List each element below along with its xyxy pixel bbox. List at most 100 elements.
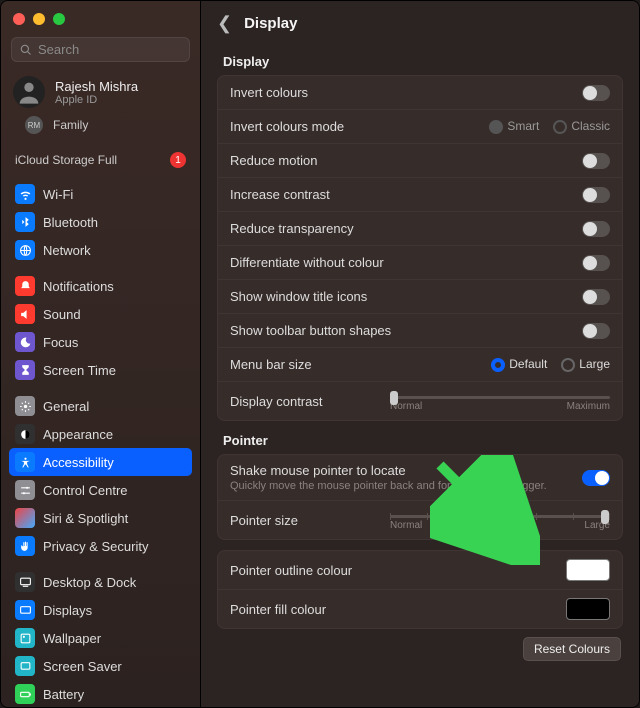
row-label: Increase contrast bbox=[230, 187, 330, 202]
toggle-reduce-transparency[interactable] bbox=[582, 221, 610, 237]
row-label: Display contrast bbox=[230, 394, 322, 409]
row-invert-colours: Invert colours bbox=[218, 76, 622, 110]
bell-icon bbox=[15, 276, 35, 296]
display-card: Invert colours Invert colours mode Smart… bbox=[217, 75, 623, 421]
gear-icon bbox=[15, 396, 35, 416]
nav-group-desktop: Desktop & Dock Displays Wallpaper Screen… bbox=[1, 564, 200, 707]
family-label: Family bbox=[53, 118, 88, 132]
sidebar-item-label: Network bbox=[43, 243, 91, 258]
radio-smart[interactable]: Smart bbox=[489, 119, 539, 134]
colour-well-outline[interactable] bbox=[566, 559, 610, 581]
moon-icon bbox=[15, 332, 35, 352]
content: Display Invert colours Invert colours mo… bbox=[201, 42, 639, 681]
sidebar-item-label: Battery bbox=[43, 687, 84, 702]
sidebar-item-label: Privacy & Security bbox=[43, 539, 148, 554]
sidebar-item-siri[interactable]: Siri & Spotlight bbox=[9, 504, 192, 532]
toggle-title-icons[interactable] bbox=[582, 289, 610, 305]
network-icon bbox=[15, 240, 35, 260]
avatar bbox=[13, 76, 45, 108]
nav-group-alerts: Notifications Sound Focus Screen Time bbox=[1, 268, 200, 388]
sidebar-item-wallpaper[interactable]: Wallpaper bbox=[9, 624, 192, 652]
sidebar-item-privacy[interactable]: Privacy & Security bbox=[9, 532, 192, 560]
back-button[interactable]: ❮ bbox=[217, 13, 232, 34]
sidebar-item-appearance[interactable]: Appearance bbox=[9, 420, 192, 448]
row-diff-colour: Differentiate without colour bbox=[218, 246, 622, 280]
row-label: Pointer size bbox=[230, 513, 298, 528]
settings-window: Search Rajesh Mishra Apple ID RM Family … bbox=[0, 0, 640, 708]
radio-classic[interactable]: Classic bbox=[553, 119, 610, 134]
sidebar-item-battery[interactable]: Battery bbox=[9, 680, 192, 707]
sidebar-item-screensaver[interactable]: Screen Saver bbox=[9, 652, 192, 680]
sidebar-item-desktop[interactable]: Desktop & Dock bbox=[9, 568, 192, 596]
slider-display-contrast[interactable]: NormalMaximum bbox=[390, 390, 610, 412]
row-increase-contrast: Increase contrast bbox=[218, 178, 622, 212]
sidebar-item-displays[interactable]: Displays bbox=[9, 596, 192, 624]
sidebar-item-label: Displays bbox=[43, 603, 92, 618]
sidebar-item-label: Accessibility bbox=[43, 455, 114, 470]
row-display-contrast: Display contrast NormalMaximum bbox=[218, 382, 622, 420]
menubar-size-options: Default Large bbox=[491, 357, 610, 372]
icloud-storage-row[interactable]: iCloud Storage Full 1 bbox=[1, 144, 200, 176]
row-sublabel: Quickly move the mouse pointer back and … bbox=[230, 480, 547, 492]
toggle-invert-colours[interactable] bbox=[582, 85, 610, 101]
pointer-card-1: Shake mouse pointer to locate Quickly mo… bbox=[217, 454, 623, 540]
bluetooth-icon bbox=[15, 212, 35, 232]
sidebar-item-label: Desktop & Dock bbox=[43, 575, 136, 590]
toggle-increase-contrast[interactable] bbox=[582, 187, 610, 203]
display-icon bbox=[15, 600, 35, 620]
row-label: Show toolbar button shapes bbox=[230, 323, 391, 338]
hand-icon bbox=[15, 536, 35, 556]
row-reduce-motion: Reduce motion bbox=[218, 144, 622, 178]
sidebar-item-screentime[interactable]: Screen Time bbox=[9, 356, 192, 384]
row-label: Pointer fill colour bbox=[230, 602, 326, 617]
dock-icon bbox=[15, 572, 35, 592]
storage-label: iCloud Storage Full bbox=[15, 153, 117, 167]
row-label: Shake mouse pointer to locate bbox=[230, 463, 547, 478]
sidebar-item-label: Bluetooth bbox=[43, 215, 98, 230]
row-reduce-transparency: Reduce transparency bbox=[218, 212, 622, 246]
sidebar-item-label: Focus bbox=[43, 335, 78, 350]
sidebar-item-network[interactable]: Network bbox=[9, 236, 192, 264]
sidebar-item-sound[interactable]: Sound bbox=[9, 300, 192, 328]
colour-well-fill[interactable] bbox=[566, 598, 610, 620]
accessibility-icon bbox=[15, 452, 35, 472]
window-controls bbox=[1, 1, 200, 33]
row-label: Pointer outline colour bbox=[230, 563, 352, 578]
slider-pointer-size[interactable]: NormalLarge bbox=[390, 509, 610, 531]
siri-icon bbox=[15, 508, 35, 528]
sound-icon bbox=[15, 304, 35, 324]
sidebar-item-label: Notifications bbox=[43, 279, 114, 294]
search-placeholder: Search bbox=[38, 42, 79, 57]
appearance-icon bbox=[15, 424, 35, 444]
screensaver-icon bbox=[15, 656, 35, 676]
search-icon bbox=[20, 44, 32, 56]
family-row[interactable]: RM Family bbox=[1, 112, 200, 144]
sidebar-item-general[interactable]: General bbox=[9, 392, 192, 420]
row-label: Menu bar size bbox=[230, 357, 312, 372]
row-label: Invert colours mode bbox=[230, 119, 344, 134]
toggle-toolbar-shapes[interactable] bbox=[582, 323, 610, 339]
sliders-icon bbox=[15, 480, 35, 500]
radio-default[interactable]: Default bbox=[491, 357, 547, 372]
search-input[interactable]: Search bbox=[11, 37, 190, 62]
toggle-shake-pointer[interactable] bbox=[582, 470, 610, 486]
sidebar-item-focus[interactable]: Focus bbox=[9, 328, 192, 356]
invert-mode-options: Smart Classic bbox=[489, 119, 610, 134]
apple-id-row[interactable]: Rajesh Mishra Apple ID bbox=[1, 72, 200, 112]
row-label: Reduce transparency bbox=[230, 221, 354, 236]
row-title-icons: Show window title icons bbox=[218, 280, 622, 314]
sidebar-item-accessibility[interactable]: Accessibility bbox=[9, 448, 192, 476]
sidebar-item-notifications[interactable]: Notifications bbox=[9, 272, 192, 300]
section-title-display: Display bbox=[223, 54, 623, 69]
sidebar-item-bluetooth[interactable]: Bluetooth bbox=[9, 208, 192, 236]
toggle-diff-colour[interactable] bbox=[582, 255, 610, 271]
sidebar-item-wifi[interactable]: Wi-Fi bbox=[9, 180, 192, 208]
reset-colours-button[interactable]: Reset Colours bbox=[523, 637, 621, 661]
toggle-reduce-motion[interactable] bbox=[582, 153, 610, 169]
zoom-icon[interactable] bbox=[53, 13, 65, 25]
close-icon[interactable] bbox=[13, 13, 25, 25]
battery-icon bbox=[15, 684, 35, 704]
minimize-icon[interactable] bbox=[33, 13, 45, 25]
radio-large[interactable]: Large bbox=[561, 357, 610, 372]
sidebar-item-controlcentre[interactable]: Control Centre bbox=[9, 476, 192, 504]
